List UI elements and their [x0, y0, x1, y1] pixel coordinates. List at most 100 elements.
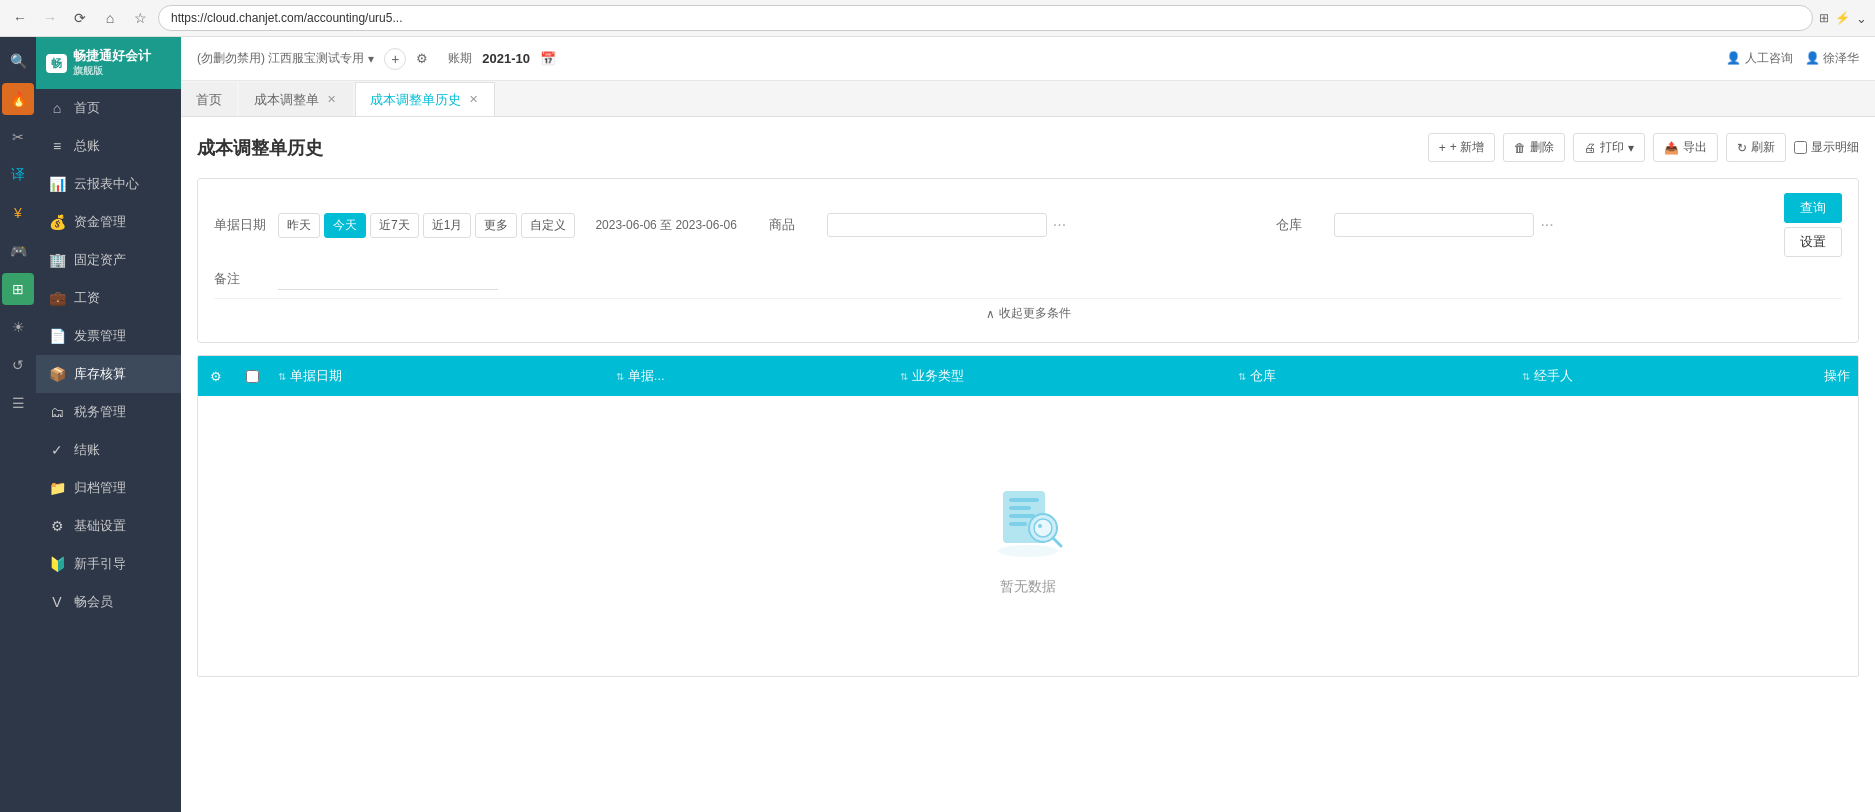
user-info[interactable]: 👤 徐泽华: [1805, 50, 1859, 67]
filter-row-note: 备注: [214, 267, 1842, 290]
sidebar-item-reports[interactable]: 📊 云报表中心: [36, 165, 181, 203]
sidebar-item-tax[interactable]: 🗂 税务管理: [36, 393, 181, 431]
tab-cost-adjust-history-label: 成本调整单历史: [370, 91, 461, 109]
sidebar-item-archive[interactable]: 📁 归档管理: [36, 469, 181, 507]
sidebar-icon-ledger: ≡: [48, 138, 66, 154]
page-title: 成本调整单历史: [197, 136, 323, 160]
nav-back-button[interactable]: ←: [8, 6, 32, 30]
strip-icon-5[interactable]: ¥: [2, 197, 34, 229]
collapse-button[interactable]: ∧ 收起更多条件: [214, 298, 1842, 328]
company-selector[interactable]: (勿删勿禁用) 江西服宝测试专用 ▾: [197, 50, 374, 67]
date-btn-1month[interactable]: 近1月: [423, 213, 472, 238]
nav-forward-button[interactable]: →: [38, 6, 62, 30]
tab-cost-adjust-close[interactable]: ✕: [325, 91, 338, 108]
settings-icon[interactable]: ⚙: [416, 51, 428, 66]
export-button[interactable]: 📤 导出: [1653, 133, 1718, 162]
refresh-button[interactable]: ↻ 刷新: [1726, 133, 1786, 162]
sidebar-label-settlement: 结账: [74, 441, 100, 459]
service-link[interactable]: 👤 人工咨询: [1726, 50, 1792, 67]
sidebar-item-settlement[interactable]: ✓ 结账: [36, 431, 181, 469]
note-input[interactable]: [278, 267, 498, 290]
add-tab-button[interactable]: +: [384, 48, 406, 70]
date-btn-custom[interactable]: 自定义: [521, 213, 575, 238]
refresh-label: 刷新: [1751, 139, 1775, 156]
new-button[interactable]: + + 新增: [1428, 133, 1495, 162]
sidebar-item-fixed-assets[interactable]: 🏢 固定资产: [36, 241, 181, 279]
filter-row-1: 单据日期 昨天 今天 近7天 近1月 更多 自定义 2023-06-06 至 2…: [214, 193, 1842, 257]
strip-icon-10[interactable]: ☰: [2, 387, 34, 419]
sidebar-item-invoice[interactable]: 📄 发票管理: [36, 317, 181, 355]
calendar-icon[interactable]: 📅: [540, 51, 556, 66]
nav-refresh-button[interactable]: ⟳: [68, 6, 92, 30]
sidebar-label-home: 首页: [74, 99, 100, 117]
strip-icon-1[interactable]: 🔍: [2, 45, 34, 77]
sidebar-item-settings[interactable]: ⚙ 基础设置: [36, 507, 181, 545]
strip-icon-3[interactable]: ✂: [2, 121, 34, 153]
th-operator[interactable]: ⇅ 经手人: [1514, 367, 1798, 385]
select-all-checkbox[interactable]: [246, 370, 259, 383]
svg-rect-4: [1009, 514, 1035, 518]
user-avatar-icon: 👤: [1805, 51, 1820, 65]
sidebar-label-member: 畅会员: [74, 593, 113, 611]
date-btn-today[interactable]: 今天: [324, 213, 366, 238]
strip-icon-9[interactable]: ↺: [2, 349, 34, 381]
sidebar-icon-settings: ⚙: [48, 518, 66, 534]
app-name: 畅捷通好会计: [73, 48, 151, 64]
empty-state: 暂无数据: [198, 396, 1858, 676]
filter-settings-button[interactable]: 设置: [1784, 227, 1842, 257]
warehouse-more-icon[interactable]: ···: [1540, 216, 1553, 234]
commodity-input[interactable]: [827, 213, 1047, 237]
th-settings-icon[interactable]: ⚙: [198, 369, 234, 384]
tab-home[interactable]: 首页: [181, 82, 237, 116]
sidebar-label-tax: 税务管理: [74, 403, 126, 421]
nav-home-button[interactable]: ⌂: [98, 6, 122, 30]
show-columns-label: 显示明细: [1811, 139, 1859, 156]
sidebar-item-payroll[interactable]: 💼 工资: [36, 279, 181, 317]
show-columns-checkbox-label[interactable]: 显示明细: [1794, 139, 1859, 156]
address-bar[interactable]: [158, 5, 1813, 31]
sidebar-item-ledger[interactable]: ≡ 总账: [36, 127, 181, 165]
sidebar-item-home[interactable]: ⌂ 首页: [36, 89, 181, 127]
nav-bookmark-button[interactable]: ☆: [128, 6, 152, 30]
empty-text: 暂无数据: [1000, 578, 1056, 596]
app-version: 旗舰版: [73, 64, 151, 78]
svg-line-8: [1053, 538, 1061, 546]
service-text: 人工咨询: [1745, 51, 1793, 65]
page-content: 成本调整单历史 + + 新增 🗑 删除 🖨 打印 ▾: [181, 117, 1875, 812]
th-warehouse[interactable]: ⇅ 仓库: [1230, 367, 1514, 385]
date-btn-yesterday[interactable]: 昨天: [278, 213, 320, 238]
tab-cost-adjust-history-close[interactable]: ✕: [467, 91, 480, 108]
sidebar-item-member[interactable]: V 畅会员: [36, 583, 181, 621]
sidebar-icon-tax: 🗂: [48, 404, 66, 420]
sidebar-item-guide[interactable]: 🔰 新手引导: [36, 545, 181, 583]
strip-icon-7[interactable]: ⊞: [2, 273, 34, 305]
show-columns-checkbox[interactable]: [1794, 141, 1807, 154]
warehouse-input[interactable]: [1334, 213, 1534, 237]
sidebar-item-inventory[interactable]: 📦 库存核算: [36, 355, 181, 393]
sort-icon-warehouse: ⇅: [1238, 371, 1246, 382]
date-btn-more[interactable]: 更多: [475, 213, 517, 238]
th-date[interactable]: ⇅ 单据日期: [270, 367, 608, 385]
sidebar-item-funds[interactable]: 💰 资金管理: [36, 203, 181, 241]
sidebar-icon-payroll: 💼: [48, 290, 66, 306]
sidebar-icon-home: ⌂: [48, 100, 66, 116]
period-label: 账期: [448, 50, 472, 67]
strip-icon-2[interactable]: 🔥: [2, 83, 34, 115]
th-number[interactable]: ⇅ 单据...: [608, 367, 892, 385]
th-type-label: 业务类型: [912, 367, 964, 385]
tab-home-label: 首页: [196, 91, 222, 109]
delete-button[interactable]: 🗑 删除: [1503, 133, 1565, 162]
tab-cost-adjust-history[interactable]: 成本调整单历史 ✕: [355, 82, 495, 116]
strip-icon-4[interactable]: 译: [2, 159, 34, 191]
print-button[interactable]: 🖨 打印 ▾: [1573, 133, 1645, 162]
tab-cost-adjust[interactable]: 成本调整单 ✕: [239, 82, 353, 116]
strip-icon-8[interactable]: ☀: [2, 311, 34, 343]
date-btn-7days[interactable]: 近7天: [370, 213, 419, 238]
th-number-label: 单据...: [628, 367, 665, 385]
strip-icon-6[interactable]: 🎮: [2, 235, 34, 267]
print-label: 打印: [1600, 139, 1624, 156]
commodity-more-icon[interactable]: ···: [1053, 216, 1066, 234]
query-button[interactable]: 查询: [1784, 193, 1842, 223]
th-type[interactable]: ⇅ 业务类型: [892, 367, 1230, 385]
th-checkbox[interactable]: [234, 370, 270, 383]
